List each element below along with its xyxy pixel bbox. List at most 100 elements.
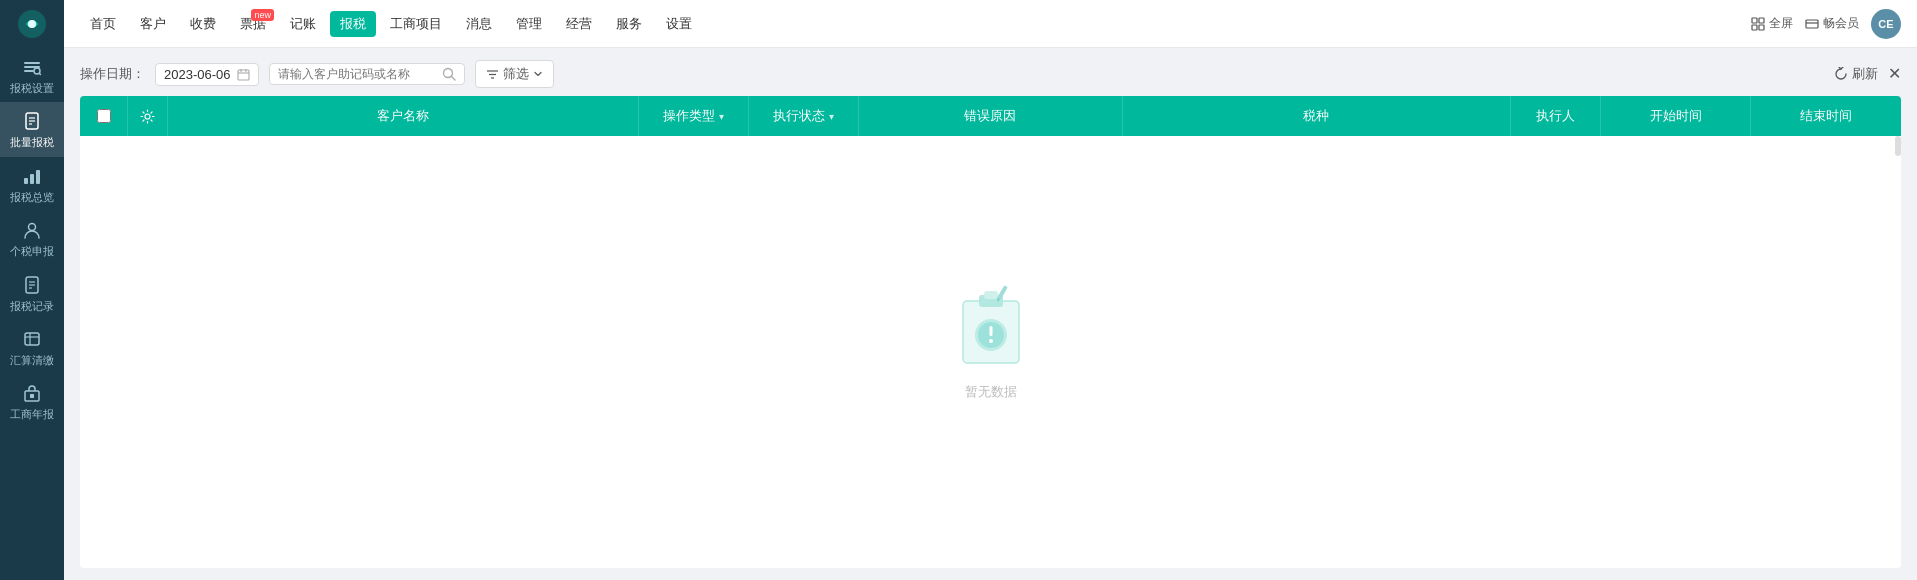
nav-settings[interactable]: 设置 (656, 11, 702, 37)
svg-rect-42 (984, 291, 998, 299)
gongshangnianbaobiao-icon (21, 382, 43, 404)
topnav-right: 全屏 畅会员 CE (1751, 9, 1901, 39)
member-btn[interactable]: 畅会员 (1805, 15, 1859, 32)
nav-manage[interactable]: 管理 (506, 11, 552, 37)
refresh-icon (1834, 67, 1848, 81)
svg-rect-27 (1759, 25, 1764, 30)
date-label: 操作日期： (80, 65, 145, 83)
refresh-label: 刷新 (1852, 65, 1878, 83)
svg-rect-24 (1752, 18, 1757, 23)
avatar-text: CE (1878, 18, 1893, 30)
piliangbaoshui-icon (21, 110, 43, 132)
svg-point-1 (28, 20, 36, 28)
th-tax: 税种 (1123, 96, 1511, 136)
settings-icon (140, 109, 155, 124)
avatar[interactable]: CE (1871, 9, 1901, 39)
sidebar-item-baoshuijilu[interactable]: 报税记录 (0, 266, 64, 320)
sidebar: 报税设置 批量报税 报税总览 个税申报 报税记录 汇算清缴 工商 (0, 0, 64, 580)
baoshuishezhi-icon (21, 56, 43, 78)
th-start: 开始时间 (1601, 96, 1751, 136)
ticket-badge: new (251, 9, 274, 22)
sidebar-item-gongshangnianbaobiao-label: 工商年报 (10, 407, 54, 422)
svg-point-14 (29, 224, 36, 231)
huisuanqingjiao-icon (21, 328, 43, 350)
nav-customer[interactable]: 客户 (130, 11, 176, 37)
svg-rect-12 (30, 174, 34, 184)
svg-rect-26 (1752, 25, 1757, 30)
table-header: 客户名称 操作类型 ▾ 执行状态 ▾ 错误原因 税种 执行人 (80, 96, 1901, 136)
empty-state: 暂无数据 (951, 283, 1031, 401)
th-optype[interactable]: 操作类型 ▾ (639, 96, 749, 136)
date-value: 2023-06-06 (164, 67, 231, 82)
fullscreen-btn[interactable]: 全屏 (1751, 15, 1793, 32)
th-executor: 执行人 (1511, 96, 1601, 136)
member-label: 畅会员 (1823, 15, 1859, 32)
status-sort-icon: ▾ (829, 111, 834, 122)
sidebar-item-huisuanqingjiao-label: 汇算清缴 (10, 353, 54, 368)
nav-tax[interactable]: 报税 (330, 11, 376, 37)
sidebar-item-piliangbaoshui[interactable]: 批量报税 (0, 102, 64, 156)
sidebar-item-geshuishenbao[interactable]: 个税申报 (0, 211, 64, 265)
svg-point-39 (145, 114, 150, 119)
date-input[interactable]: 2023-06-06 (155, 63, 259, 86)
svg-point-46 (989, 339, 993, 343)
nav-service[interactable]: 服务 (606, 11, 652, 37)
search-input[interactable] (278, 67, 438, 81)
svg-rect-11 (24, 178, 28, 184)
sidebar-item-baoshuizonglan[interactable]: 报税总览 (0, 157, 64, 211)
sidebar-item-gongshangnianbaobiao[interactable]: 工商年报 (0, 374, 64, 428)
sidebar-item-baoshuishezhi[interactable]: 报税设置 (0, 48, 64, 102)
close-button[interactable]: ✕ (1888, 66, 1901, 82)
nav-homepage[interactable]: 首页 (80, 11, 126, 37)
svg-rect-25 (1759, 18, 1764, 23)
nav-ticket[interactable]: 票据 new (230, 11, 276, 37)
search-box[interactable] (269, 63, 465, 85)
filter-icon (486, 68, 499, 81)
svg-rect-4 (24, 70, 34, 72)
nav-message[interactable]: 消息 (456, 11, 502, 37)
th-settings[interactable] (128, 96, 168, 136)
geshuishenbao-icon (21, 219, 43, 241)
nav-operation[interactable]: 经营 (556, 11, 602, 37)
toolbar-right: 刷新 ✕ (1834, 65, 1901, 83)
svg-rect-19 (25, 333, 39, 345)
sidebar-item-huisuanqingjiao[interactable]: 汇算清缴 (0, 320, 64, 374)
svg-rect-13 (36, 170, 40, 184)
th-customer: 客户名称 (168, 96, 639, 136)
svg-rect-28 (1806, 20, 1818, 28)
table-body: 暂无数据 (80, 136, 1901, 568)
svg-rect-23 (30, 394, 34, 398)
filter-button[interactable]: 筛选 (475, 60, 554, 88)
sidebar-item-baoshuijilu-label: 报税记录 (10, 299, 54, 314)
svg-line-35 (451, 77, 455, 81)
sidebar-item-piliangbaoshui-label: 批量报税 (10, 135, 54, 150)
sidebar-item-baoshuizonglan-label: 报税总览 (10, 190, 54, 205)
nav-charge[interactable]: 收费 (180, 11, 226, 37)
refresh-button[interactable]: 刷新 (1834, 65, 1878, 83)
th-checkbox[interactable] (80, 96, 128, 136)
empty-illustration (951, 283, 1031, 373)
fullscreen-label: 全屏 (1769, 15, 1793, 32)
svg-rect-2 (24, 62, 40, 64)
calendar-icon (237, 68, 250, 81)
th-error: 错误原因 (859, 96, 1123, 136)
content: 操作日期： 2023-06-06 筛选 刷新 ✕ (64, 48, 1917, 580)
baoshuizonglan-icon (21, 165, 43, 187)
sidebar-item-geshuishenbao-label: 个税申报 (10, 244, 54, 259)
filter-label: 筛选 (503, 65, 529, 83)
topnav: 首页 客户 收费 票据 new 记账 报税 工商项目 消息 管理 经营 服务 设… (64, 0, 1917, 48)
th-end: 结束时间 (1751, 96, 1901, 136)
search-icon (442, 67, 456, 81)
th-status[interactable]: 执行状态 ▾ (749, 96, 859, 136)
empty-text: 暂无数据 (965, 383, 1017, 401)
svg-line-6 (39, 73, 40, 74)
sidebar-item-baoshuishezhi-label: 报税设置 (10, 81, 54, 96)
baoshuijilu-icon (21, 274, 43, 296)
nav-bookkeeping[interactable]: 记账 (280, 11, 326, 37)
sidebar-logo (0, 0, 64, 48)
svg-rect-30 (238, 70, 249, 80)
main-area: 首页 客户 收费 票据 new 记账 报税 工商项目 消息 管理 经营 服务 设… (64, 0, 1917, 580)
select-all-checkbox[interactable] (97, 109, 111, 123)
nav-industrial[interactable]: 工商项目 (380, 11, 452, 37)
toolbar: 操作日期： 2023-06-06 筛选 刷新 ✕ (80, 60, 1901, 88)
